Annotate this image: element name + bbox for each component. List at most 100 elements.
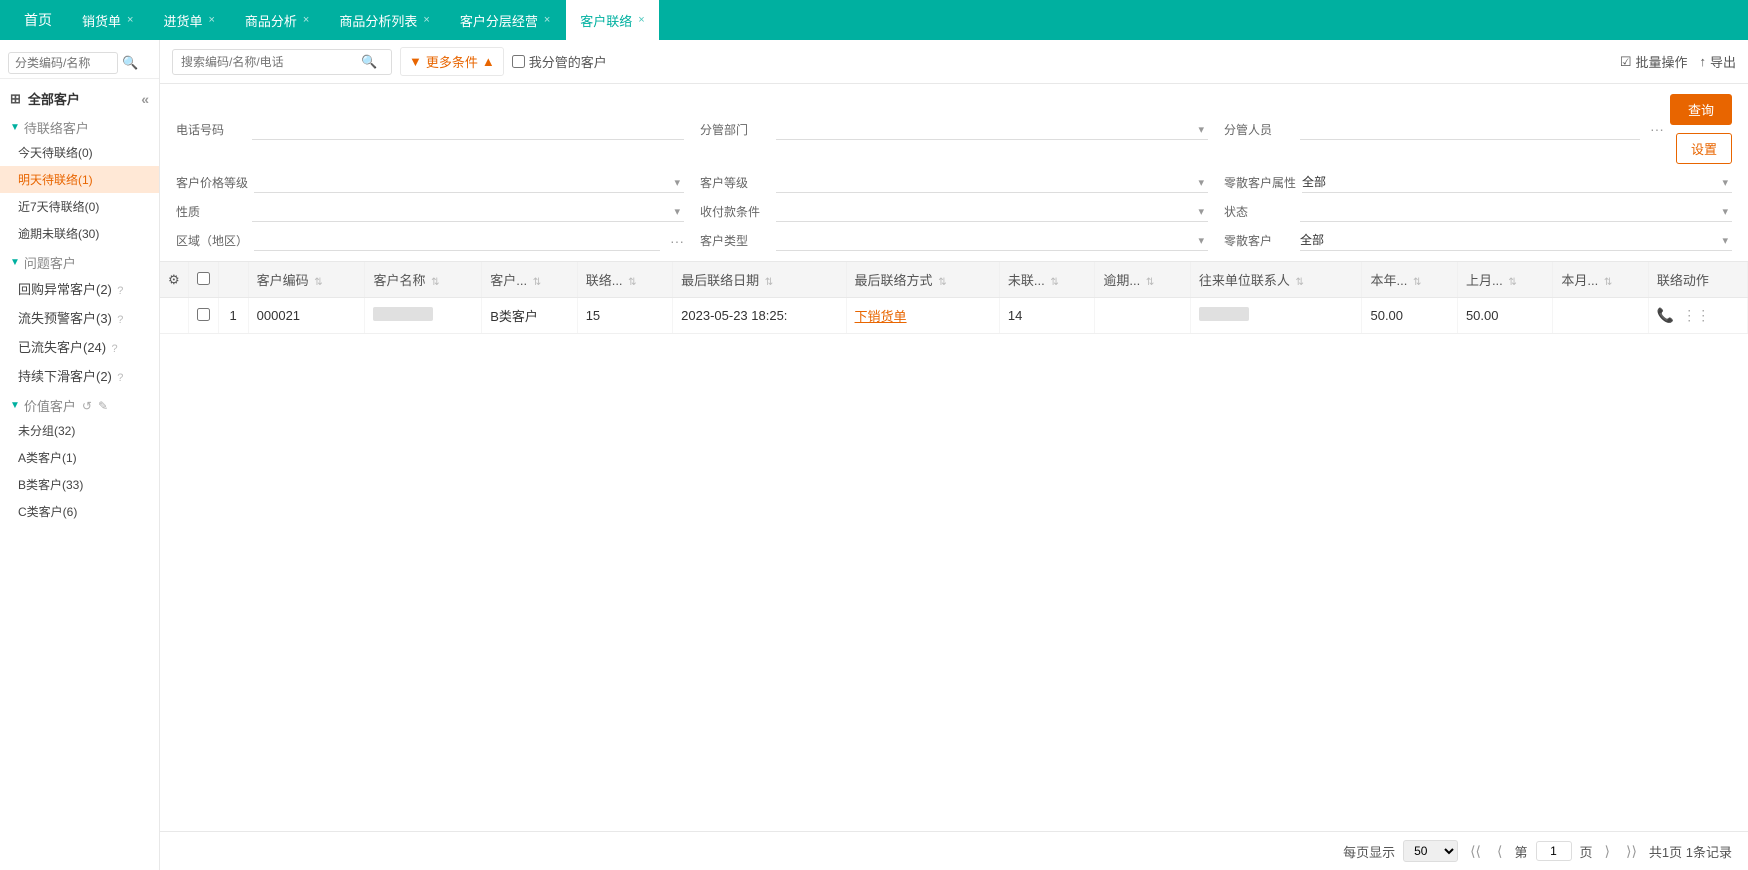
th-last-contact-date: 最后联络日期 ⇅ bbox=[673, 262, 846, 298]
sort-icon-this-month[interactable]: ⇅ bbox=[1604, 277, 1612, 288]
filter-select-dept-wrap bbox=[776, 119, 1208, 140]
action-phone-icon[interactable]: 📞 bbox=[1657, 307, 1674, 324]
row-this-month bbox=[1553, 298, 1648, 334]
link-sales-order[interactable]: 下销货单 bbox=[855, 309, 907, 324]
sort-icon-contact-count[interactable]: ⇅ bbox=[628, 277, 636, 288]
search-box: 🔍 bbox=[172, 49, 392, 75]
nav-item-customer-tier[interactable]: 客户分层经营 × bbox=[446, 0, 564, 40]
search-icon[interactable]: 🔍 bbox=[361, 54, 377, 70]
last-page-btn[interactable]: ⟩⟩ bbox=[1622, 841, 1641, 862]
filter-select-price[interactable] bbox=[254, 172, 684, 193]
row-overdue bbox=[1095, 298, 1190, 334]
sidebar-item-classB[interactable]: B类客户(33) bbox=[0, 471, 159, 498]
sidebar-item-tomorrow[interactable]: 明天待联络(1) bbox=[0, 166, 159, 193]
nav-close-sales[interactable]: × bbox=[127, 14, 133, 26]
action-more-icon[interactable]: ⋮⋮ bbox=[1682, 307, 1710, 324]
sidebar-collapse-icon[interactable]: « bbox=[141, 91, 149, 107]
page-input[interactable] bbox=[1536, 841, 1572, 861]
filter-select-payment[interactable] bbox=[776, 201, 1208, 222]
filter-select-cust-type[interactable] bbox=[776, 230, 1208, 251]
name-blur bbox=[373, 307, 433, 321]
filter-select-retail-attr-wrap: 全部 bbox=[1302, 172, 1732, 193]
sidebar-item-classC[interactable]: C类客户(6) bbox=[0, 498, 159, 525]
my-customers-checkbox-label[interactable]: 我分管的客户 bbox=[512, 52, 607, 71]
settings-gear-icon[interactable]: ⚙ bbox=[168, 272, 180, 287]
nav-item-customer-contact[interactable]: 客户联络 × bbox=[566, 0, 658, 40]
th-contact-person: 往来单位联系人 ⇅ bbox=[1190, 262, 1362, 298]
filter-select-nature-wrap bbox=[252, 201, 684, 222]
nav-item-product-list[interactable]: 商品分析列表 × bbox=[325, 0, 443, 40]
nav-close-customer-tier[interactable]: × bbox=[544, 14, 550, 26]
filter-select-nature[interactable] bbox=[252, 201, 684, 222]
sort-icon-last-month[interactable]: ⇅ bbox=[1508, 277, 1516, 288]
th-this-year: 本年... ⇅ bbox=[1362, 262, 1457, 298]
sidebar: 🔍 ⊞ 全部客户 « ▼ 待联络客户 今天待联络(0) 明天待联络(1) 近7天… bbox=[0, 40, 160, 870]
filter-select-retail[interactable]: 全部 bbox=[1300, 230, 1732, 251]
sidebar-item-classA[interactable]: A类客户(1) bbox=[0, 444, 159, 471]
filter-label-cust-level: 客户等级 bbox=[700, 174, 770, 191]
page-label: 第 bbox=[1514, 842, 1527, 861]
sort-icon-category[interactable]: ⇅ bbox=[533, 277, 541, 288]
sidebar-item-declining[interactable]: 持续下滑客户(2) ? bbox=[0, 361, 159, 390]
filter-input-region[interactable] bbox=[254, 230, 660, 251]
sort-icon-code[interactable]: ⇅ bbox=[314, 277, 322, 288]
all-customers-header[interactable]: ⊞ 全部客户 « bbox=[0, 85, 159, 112]
batch-op-btn[interactable]: ☑ 批量操作 bbox=[1620, 52, 1688, 71]
per-page-select[interactable]: 50 100 200 bbox=[1403, 840, 1458, 862]
refresh-icon[interactable]: ↺ bbox=[82, 399, 92, 413]
next-page-btn[interactable]: ⟩ bbox=[1601, 841, 1614, 862]
nav-home[interactable]: 首页 bbox=[10, 0, 66, 40]
sort-icon-un-contact[interactable]: ⇅ bbox=[1050, 277, 1058, 288]
sidebar-item-ungrouped[interactable]: 未分组(32) bbox=[0, 417, 159, 444]
filter-dots-region[interactable]: ··· bbox=[670, 233, 684, 249]
nav-close-product-analysis[interactable]: × bbox=[303, 14, 309, 26]
query-button[interactable]: 查询 bbox=[1670, 94, 1732, 125]
sort-icon-name[interactable]: ⇅ bbox=[431, 277, 439, 288]
sidebar-item-overdue[interactable]: 逾期未联络(30) bbox=[0, 220, 159, 247]
sidebar-item-today[interactable]: 今天待联络(0) bbox=[0, 139, 159, 166]
filter-select-cust-level[interactable] bbox=[776, 172, 1208, 193]
sidebar-search-icon[interactable]: 🔍 bbox=[122, 55, 138, 71]
nav-close-customer-contact[interactable]: × bbox=[638, 14, 644, 26]
filter-select-retail-attr[interactable]: 全部 bbox=[1302, 172, 1732, 193]
sidebar-search-input[interactable] bbox=[8, 52, 118, 74]
first-page-btn[interactable]: ⟨⟨ bbox=[1466, 841, 1485, 862]
row-last-contact-date: 2023-05-23 18:25: bbox=[673, 298, 846, 334]
sidebar-item-7days[interactable]: 近7天待联络(0) bbox=[0, 193, 159, 220]
filter-label-retail: 零散客户 bbox=[1224, 232, 1294, 249]
sidebar-item-abnormal[interactable]: 回购异常客户(2) ? bbox=[0, 274, 159, 303]
row-checkbox[interactable] bbox=[197, 308, 210, 321]
filter-input-phone[interactable] bbox=[252, 119, 684, 140]
nav-close-product-list[interactable]: × bbox=[423, 14, 429, 26]
more-filter-btn[interactable]: ▼ 更多条件 ▲ bbox=[400, 47, 504, 76]
th-this-month: 本月... ⇅ bbox=[1553, 262, 1648, 298]
nav-item-sales[interactable]: 销货单 × bbox=[68, 0, 147, 40]
row-settings bbox=[160, 298, 188, 334]
set-button[interactable]: 设置 bbox=[1676, 133, 1732, 164]
table-area: ⚙ 客户编码 ⇅ 客户名称 ⇅ bbox=[160, 262, 1748, 831]
nav-item-product-analysis[interactable]: 商品分析 × bbox=[231, 0, 323, 40]
filter-select-dept[interactable] bbox=[776, 119, 1208, 140]
th-settings: ⚙ bbox=[160, 262, 188, 298]
edit-icon[interactable]: ✎ bbox=[98, 399, 108, 413]
prev-page-btn[interactable]: ⟨ bbox=[1493, 841, 1506, 862]
row-un-contact: 14 bbox=[999, 298, 1094, 334]
filter-select-status[interactable] bbox=[1300, 201, 1732, 222]
search-input[interactable] bbox=[181, 55, 361, 69]
customer-table: ⚙ 客户编码 ⇅ 客户名称 ⇅ bbox=[160, 262, 1748, 334]
filter-input-manager[interactable] bbox=[1300, 119, 1640, 140]
sort-icon-this-year[interactable]: ⇅ bbox=[1413, 277, 1421, 288]
toolbar-right: ☑ 批量操作 ↑ 导出 bbox=[1620, 52, 1736, 71]
select-all-checkbox[interactable] bbox=[197, 272, 210, 285]
filter-dots-manager[interactable]: ··· bbox=[1650, 121, 1664, 137]
sidebar-item-lost[interactable]: 已流失客户(24) ? bbox=[0, 332, 159, 361]
sort-icon-last-date[interactable]: ⇅ bbox=[765, 277, 773, 288]
sort-icon-contact-person[interactable]: ⇅ bbox=[1295, 277, 1303, 288]
my-customers-checkbox[interactable] bbox=[512, 55, 525, 68]
sort-icon-last-method[interactable]: ⇅ bbox=[938, 277, 946, 288]
sort-icon-overdue[interactable]: ⇅ bbox=[1146, 277, 1154, 288]
sidebar-item-warning[interactable]: 流失预警客户(3) ? bbox=[0, 303, 159, 332]
nav-close-purchase[interactable]: × bbox=[208, 14, 214, 26]
nav-item-purchase[interactable]: 进货单 × bbox=[149, 0, 228, 40]
export-btn[interactable]: ↑ 导出 bbox=[1699, 52, 1736, 71]
